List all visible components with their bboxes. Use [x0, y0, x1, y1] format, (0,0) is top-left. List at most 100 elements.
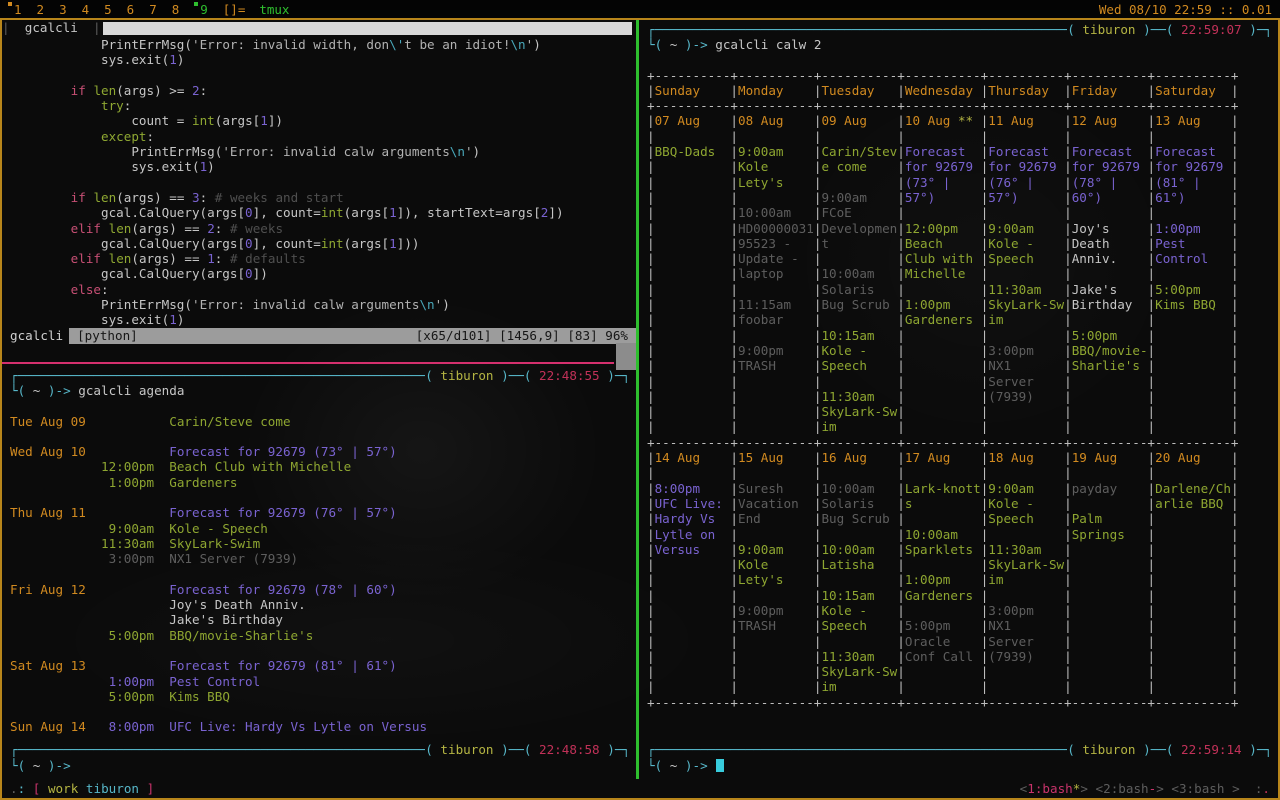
terminal-line: | | | |Oracle |Server | | |: [647, 634, 1272, 649]
window-item-2:bash[interactable]: <2:bash->: [1088, 781, 1164, 796]
terminal-line: count = int(args[1]): [10, 113, 636, 128]
code-area[interactable]: PrintErrMsg('Error: invalid width, don\'…: [2, 35, 636, 328]
terminal-line: |Lytle on | | |10:00am | |Springs | |: [647, 527, 1272, 542]
terminal-line: elif len(args) == 2: # weeks: [10, 221, 636, 236]
terminal-line: 5:00pm BBQ/movie-Sharlie's: [10, 628, 630, 643]
terminal-line: 12:00pm Beach Club with Michelle: [10, 459, 630, 474]
terminal-line: | |9:00pm |Kole - | |3:00pm | | |: [647, 603, 1272, 618]
workspace-1[interactable]: 1: [8, 2, 22, 17]
terminal-line: 5:00pm Kims BBQ: [10, 689, 630, 704]
terminal-line: | | |SkyLark-Sw| | | | |: [647, 404, 1272, 419]
vim-tabline: | gcalcli |: [2, 20, 636, 35]
workspace-6[interactable]: 6: [127, 2, 135, 17]
agenda-bottom-prompt: ┌───────────────────────────────────────…: [10, 742, 630, 779]
terminal-line: | |TRASH |Speech | |NX1 |Sharlie's | |: [647, 358, 1272, 373]
shell-prompt[interactable]: └( ~ )-> gcalcli agenda: [10, 383, 630, 398]
prompt-frame: ┌───────────────────────────────────────…: [10, 742, 630, 757]
tmux-indicator: tmux: [259, 2, 289, 17]
workspace-list: 123456789: [8, 2, 223, 17]
terminal-line: | |laptop |10:00am |Michelle | | | |: [647, 266, 1272, 281]
terminal-line: [10, 429, 630, 444]
prompt-frame: ┌───────────────────────────────────────…: [10, 368, 630, 383]
terminal-line: | | |9:00am |57°) |57°) |60°) |61°) |: [647, 190, 1272, 205]
terminal-line: 1:00pm Pest Control: [10, 674, 630, 689]
terminal-line: gcal.CalQuery(args[0]): [10, 266, 636, 281]
terminal-line: | | |im | | | | |: [647, 679, 1272, 694]
vim-tab-label[interactable]: gcalcli: [10, 20, 93, 35]
workspace-3[interactable]: 3: [59, 2, 67, 17]
terminal-line: PrintErrMsg('Error: invalid calw argumen…: [10, 144, 636, 159]
tmux-panes: | gcalcli | PrintErrMsg('Error: invalid …: [2, 20, 1278, 779]
workspace-8[interactable]: 8: [172, 2, 180, 17]
terminal-line: | | |SkyLark-Sw| | | | |: [647, 664, 1272, 679]
window-item-3:bash[interactable]: <3:bash >: [1164, 781, 1240, 796]
window-item-1:bash[interactable]: <1:bash*>: [1020, 781, 1088, 796]
terminal-line: else:: [10, 282, 636, 297]
terminal-line: +----------+----------+----------+------…: [647, 695, 1272, 710]
terminal-line: | | | | | | | |: [647, 129, 1272, 144]
frame-line: ────────────────────────────────────────…: [18, 742, 426, 757]
statusline-filetype: [python]: [77, 328, 138, 343]
terminal-line: | |95523 - |t |Beach |Kole - |Death |Pes…: [647, 236, 1272, 251]
workspace-indicator-dot: [194, 2, 198, 6]
tab-pipe-left: |: [2, 20, 10, 35]
layout-icon[interactable]: []=: [223, 2, 246, 17]
workspace-9[interactable]: 9: [194, 2, 208, 17]
terminal-line: Wed Aug 10 Forecast for 92679 (73° | 57°…: [10, 444, 630, 459]
vim-cmdline[interactable]: [2, 345, 636, 362]
clock: Wed 08/10 22:59 :: 0.01: [1099, 2, 1272, 17]
terminal-line: Thu Aug 11 Forecast for 92679 (76° | 57°…: [10, 505, 630, 520]
terminal-line: | | |11:30am | |(7939) | | |: [647, 389, 1272, 404]
statusline-bar: [python] [x65/d101] [1456,9] [83] 96%: [69, 328, 636, 344]
left-pane[interactable]: | gcalcli | PrintErrMsg('Error: invalid …: [2, 20, 636, 779]
terminal-line: | |TRASH |Speech |5:00pm |NX1 | | |: [647, 618, 1272, 633]
terminal-line: [10, 175, 636, 190]
terminal-line: 3:00pm NX1 Server (7939): [10, 551, 630, 566]
window-frame: | gcalcli | PrintErrMsg('Error: invalid …: [0, 18, 1280, 800]
workspace-5[interactable]: 5: [104, 2, 112, 17]
terminal-line: PrintErrMsg('Error: invalid calw argumen…: [10, 297, 636, 312]
workspace-2[interactable]: 2: [37, 2, 45, 17]
frame-line: ────────────────────────────────────────…: [655, 22, 1068, 37]
shell-prompt[interactable]: └( ~ )-> gcalcli calw 2: [647, 37, 1272, 52]
terminal-line: +----------+----------+----------+------…: [647, 68, 1272, 83]
top-bar: 123456789 []= tmux Wed 08/10 22:59 :: 0.…: [0, 0, 1280, 18]
terminal-line: | |11:15am |Bug Scrub |1:00pm |SkyLark-S…: [647, 297, 1272, 312]
terminal-line: | | |10:15am |Gardeners | | | |: [647, 588, 1272, 603]
statusline-position: [x65/d101] [1456,9] [83] 96%: [416, 328, 628, 343]
calw-bottom-prompt: ┌───────────────────────────────────────…: [647, 742, 1272, 779]
terminal-line: Sun Aug 14 8:00pm UFC Live: Hardy Vs Lyt…: [10, 719, 630, 734]
prompt-frame: ┌───────────────────────────────────────…: [647, 22, 1272, 37]
vim-tabline-fill: [103, 22, 632, 35]
terminal-line: Joy's Death Anniv.: [10, 597, 630, 612]
terminal-line: 9:00am Kole - Speech: [10, 521, 630, 536]
terminal-line: |Hardy Vs |End |Bug Scrub | |Speech |Pal…: [647, 511, 1272, 526]
calw-shell[interactable]: ┌───────────────────────────────────────…: [639, 20, 1278, 779]
terminal-line: [10, 68, 636, 83]
terminal-line: sys.exit(1): [10, 52, 636, 67]
agenda-output: Tue Aug 09 Carin/Steve come Wed Aug 10 F…: [10, 414, 630, 735]
session-status: .: [ work tiburon ]: [10, 781, 154, 796]
terminal-line: 11:30am SkyLark-Swim: [10, 536, 630, 551]
workspace-7[interactable]: 7: [149, 2, 157, 17]
shell-prompt[interactable]: └( ~ )->: [10, 758, 630, 773]
shell-prompt[interactable]: └( ~ )->: [647, 758, 1272, 773]
terminal-line: elif len(args) == 1: # defaults: [10, 251, 636, 266]
terminal-line: sys.exit(1): [10, 159, 636, 174]
terminal-line: Sat Aug 13 Forecast for 92679 (81° | 61°…: [10, 658, 630, 673]
agenda-shell[interactable]: ┌───────────────────────────────────────…: [2, 364, 636, 779]
terminal-line: gcal.CalQuery(args[0], count=int(args[1]…: [10, 205, 636, 220]
terminal-line: | |HD00000031|Developmen|12:00pm |9:00am…: [647, 221, 1272, 236]
tab-pipe-right: |: [93, 20, 101, 35]
terminal-line: | |Kole |e come |for 92679 |for 92679 |f…: [647, 159, 1272, 174]
vim-statusline: gcalcli [python] [x65/d101] [1456,9] [83…: [2, 328, 636, 345]
workspace-4[interactable]: 4: [82, 2, 90, 17]
tmux-statusbar: .: [ work tiburon ] <1:bash*> <2:bash-> …: [2, 779, 1278, 798]
terminal-line: | | |im | | | | |: [647, 419, 1272, 434]
terminal-line: if len(args) >= 2:: [10, 83, 636, 98]
scrollbar-thumb[interactable]: [616, 343, 636, 370]
cursor-block[interactable]: [716, 759, 724, 772]
terminal-line: +----------+----------+----------+------…: [647, 98, 1272, 113]
terminal-line: |8:00pm |Suresh |10:00am |Lark-knott|9:0…: [647, 481, 1272, 496]
terminal-line: sys.exit(1): [10, 312, 636, 327]
